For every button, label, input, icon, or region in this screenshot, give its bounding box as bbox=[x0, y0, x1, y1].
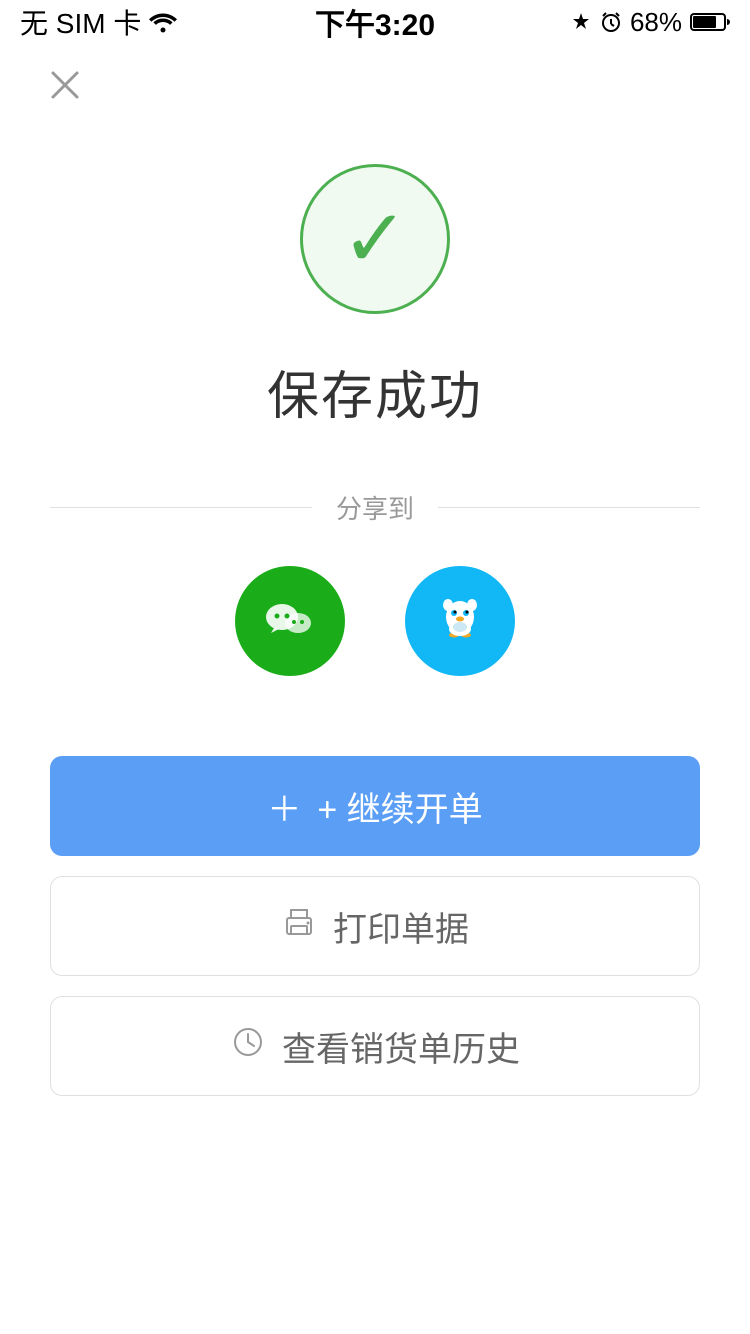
share-icons bbox=[235, 566, 515, 676]
share-wechat-button[interactable] bbox=[235, 566, 345, 676]
battery-text: 68% bbox=[630, 7, 682, 38]
share-label: 分享到 bbox=[312, 489, 438, 526]
no-sim-text: 无 SIM 卡 bbox=[20, 2, 141, 42]
divider-line-right bbox=[438, 507, 700, 508]
continue-button[interactable]: ＋ + 继续开单 bbox=[50, 756, 700, 856]
wifi-icon bbox=[149, 11, 177, 33]
continue-label: + 继续开单 bbox=[317, 782, 482, 831]
battery-icon bbox=[690, 11, 730, 33]
print-label: 打印单据 bbox=[333, 902, 469, 951]
print-button[interactable]: 打印单据 bbox=[50, 876, 700, 976]
divider-line-left bbox=[50, 507, 312, 508]
status-bar-left: 无 SIM 卡 bbox=[20, 2, 177, 42]
printer-icon bbox=[281, 904, 317, 949]
history-icon bbox=[230, 1024, 266, 1069]
success-circle: ✓ bbox=[300, 164, 450, 314]
close-icon bbox=[47, 67, 83, 103]
close-button[interactable] bbox=[40, 60, 90, 110]
buttons-section: ＋ + 继续开单 打印单据 查看销货单历 bbox=[0, 756, 750, 1096]
status-bar-right: 68% bbox=[570, 7, 730, 38]
alarm-icon bbox=[600, 11, 622, 33]
plus-icon: ＋ bbox=[267, 782, 301, 831]
status-bar-time: 下午3:20 bbox=[315, 0, 435, 44]
qq-logo-icon bbox=[428, 589, 492, 653]
location-icon bbox=[570, 11, 592, 33]
history-button[interactable]: 查看销货单历史 bbox=[50, 996, 700, 1096]
status-bar: 无 SIM 卡 下午3:20 68% bbox=[0, 0, 750, 44]
history-label: 查看销货单历史 bbox=[282, 1022, 520, 1071]
share-divider: 分享到 bbox=[0, 489, 750, 526]
share-qq-button[interactable] bbox=[405, 566, 515, 676]
wechat-logo-icon bbox=[258, 589, 322, 653]
success-title: 保存成功 bbox=[267, 354, 483, 429]
checkmark-icon: ✓ bbox=[341, 199, 408, 279]
main-content: ✓ 保存成功 分享到 bbox=[0, 44, 750, 1096]
